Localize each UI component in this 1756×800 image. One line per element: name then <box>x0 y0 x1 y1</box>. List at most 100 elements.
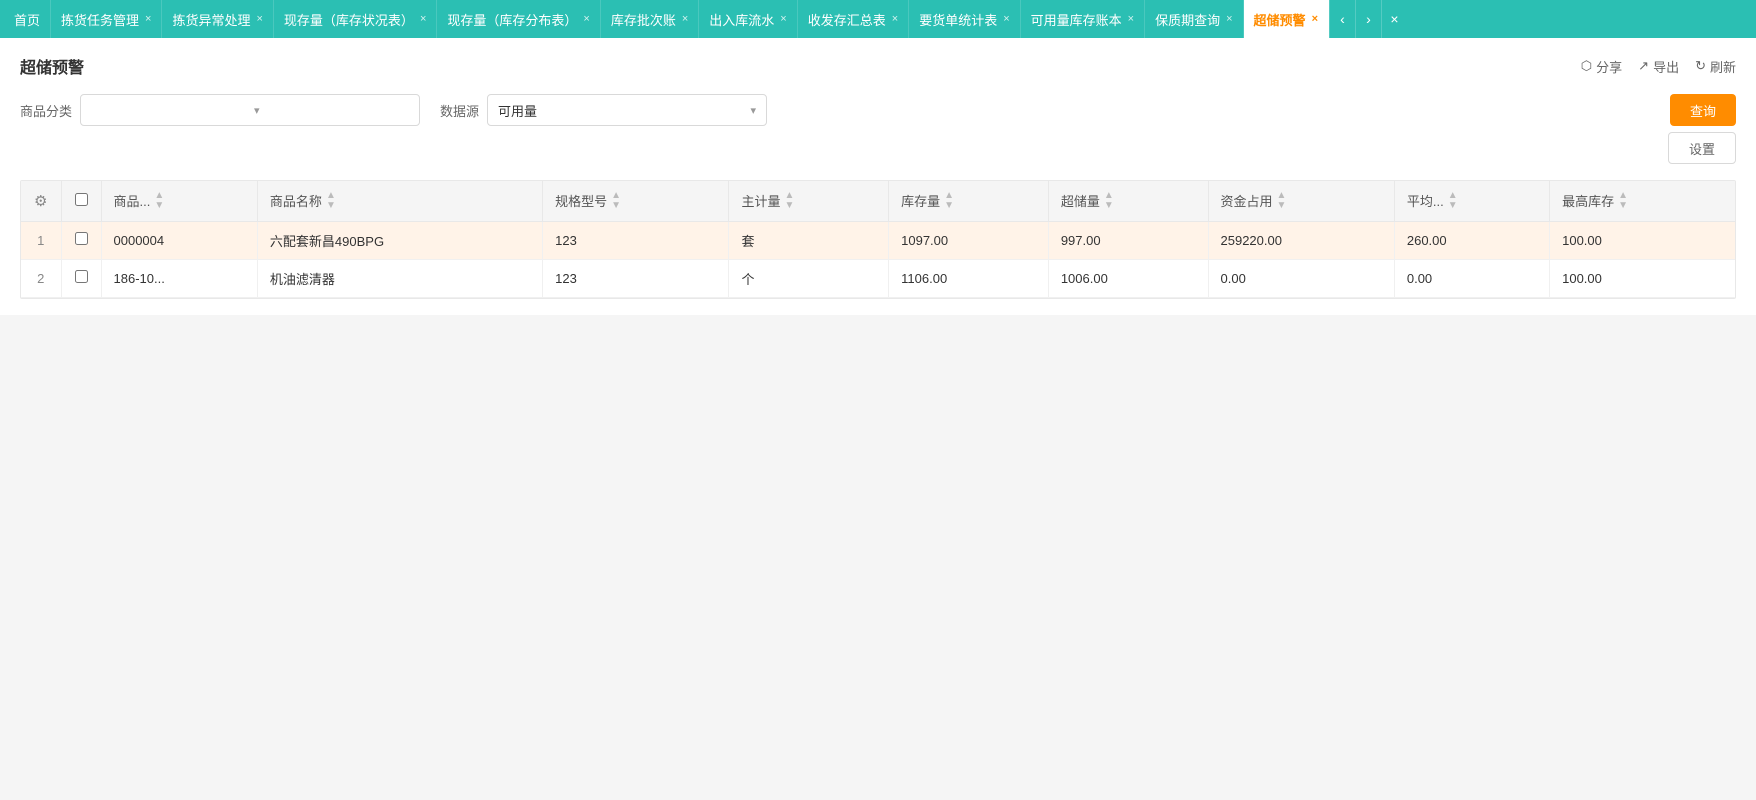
th-stock-qty: 库存量 ▲▼ <box>889 181 1049 221</box>
nav-collect-close[interactable]: × <box>892 13 898 25</box>
datasource-arrow-icon: ▾ <box>751 104 757 117</box>
row-num-1: 2 <box>21 259 61 297</box>
nav-quality[interactable]: 保质期查询 × <box>1145 0 1243 38</box>
sort-avg-icon[interactable]: ▲▼ <box>1448 191 1458 211</box>
row-max-stock-0: 100.00 <box>1550 221 1735 259</box>
table-header-row: ⚙ 商品... ▲▼ 商品名称 ▲▼ <box>21 181 1735 221</box>
export-label: 导出 <box>1653 57 1679 76</box>
nav-home[interactable]: 首页 <box>4 0 51 38</box>
row-spec-1: 123 <box>543 259 729 297</box>
nav-quality-close[interactable]: × <box>1226 13 1232 25</box>
share-label: 分享 <box>1596 57 1622 76</box>
nav-overstock-close[interactable]: × <box>1312 13 1318 25</box>
row-checkbox-0 <box>61 221 101 259</box>
datasource-select[interactable]: 可用量 ▾ <box>487 94 767 126</box>
nav-available[interactable]: 可用量库存账本 × <box>1021 0 1145 38</box>
sort-spec-icon[interactable]: ▲▼ <box>611 191 621 211</box>
nav-task-mgmt[interactable]: 拣货任务管理 × <box>51 0 162 38</box>
table-row: 2 186-10... 机油滤清器 123 个 1106.00 1006.00 … <box>21 259 1735 297</box>
row-avg-1: 0.00 <box>1394 259 1549 297</box>
th-product-name: 商品名称 ▲▼ <box>257 181 542 221</box>
nav-batch-label: 库存批次账 <box>611 10 676 29</box>
th-capital-usage-label: 资金占用 <box>1221 191 1273 210</box>
settings-button[interactable]: 设置 <box>1668 132 1736 164</box>
nav-batch-close[interactable]: × <box>682 13 688 25</box>
sort-product-name-icon[interactable]: ▲▼ <box>326 191 336 211</box>
nav-stock-dist[interactable]: 现存量（库存分布表） × <box>437 0 600 38</box>
row-max-stock-1: 100.00 <box>1550 259 1735 297</box>
query-button[interactable]: 查询 <box>1670 94 1736 126</box>
row-overstock-qty-0: 997.00 <box>1048 221 1208 259</box>
nav-arrow-left[interactable]: ‹ <box>1329 0 1355 38</box>
row-capital-usage-1: 0.00 <box>1208 259 1394 297</box>
nav-arrow-close[interactable]: × <box>1381 0 1407 38</box>
category-label: 商品分类 <box>20 101 72 120</box>
row-product-code-0: 0000004 <box>101 221 257 259</box>
nav-available-label: 可用量库存账本 <box>1031 10 1122 29</box>
main-content: 超储预警 ⬡ 分享 ↗ 导出 ↻ 刷新 商品分类 <box>0 38 1756 315</box>
category-arrow-icon: ▾ <box>254 104 409 117</box>
refresh-button[interactable]: ↻ 刷新 <box>1695 57 1736 76</box>
sort-max-stock-icon[interactable]: ▲▼ <box>1618 191 1628 211</box>
row-check-0[interactable] <box>75 232 88 245</box>
share-icon: ⬡ <box>1581 58 1592 74</box>
export-button[interactable]: ↗ 导出 <box>1638 57 1679 76</box>
nav-stock-status-close[interactable]: × <box>420 13 426 25</box>
category-select[interactable]: ▾ <box>80 94 420 126</box>
row-product-name-0: 六配套新昌490BPG <box>257 221 542 259</box>
sort-capital-usage-icon[interactable]: ▲▼ <box>1277 191 1287 211</box>
row-num-0: 1 <box>21 221 61 259</box>
nav-arrow-right[interactable]: › <box>1355 0 1381 38</box>
th-product-name-label: 商品名称 <box>270 191 322 210</box>
row-spec-0: 123 <box>543 221 729 259</box>
th-capital-usage: 资金占用 ▲▼ <box>1208 181 1394 221</box>
row-overstock-qty-1: 1006.00 <box>1048 259 1208 297</box>
row-product-code-1: 186-10... <box>101 259 257 297</box>
nav-stock-dist-close[interactable]: × <box>583 13 589 25</box>
nav-inout-flow-label: 出入库流水 <box>709 10 774 29</box>
settings-gear-icon[interactable]: ⚙ <box>34 193 47 210</box>
th-overstock-qty-label: 超储量 <box>1061 191 1100 210</box>
nav-overstock[interactable]: 超储预警 × <box>1244 0 1329 38</box>
th-overstock-qty: 超储量 ▲▼ <box>1048 181 1208 221</box>
sort-unit-icon[interactable]: ▲▼ <box>784 191 794 211</box>
nav-batch[interactable]: 库存批次账 × <box>601 0 699 38</box>
sort-product-code-icon[interactable]: ▲▼ <box>154 191 164 211</box>
export-icon: ↗ <box>1638 58 1649 74</box>
nav-collect-label: 收发存汇总表 <box>808 10 886 29</box>
nav-inout-flow[interactable]: 出入库流水 × <box>699 0 797 38</box>
sort-stock-qty-icon[interactable]: ▲▼ <box>944 191 954 211</box>
select-all-checkbox[interactable] <box>75 193 88 206</box>
refresh-icon: ↻ <box>1695 58 1706 74</box>
row-check-1[interactable] <box>75 270 88 283</box>
nav-order-stat[interactable]: 要货单统计表 × <box>909 0 1020 38</box>
row-unit-0: 套 <box>729 221 889 259</box>
th-avg: 平均... ▲▼ <box>1394 181 1549 221</box>
th-unit: 主计量 ▲▼ <box>729 181 889 221</box>
nav-available-close[interactable]: × <box>1128 13 1134 25</box>
nav-order-stat-close[interactable]: × <box>1003 13 1009 25</box>
nav-order-stat-label: 要货单统计表 <box>919 10 997 29</box>
row-checkbox-1 <box>61 259 101 297</box>
nav-collect[interactable]: 收发存汇总表 × <box>798 0 909 38</box>
header-actions: ⬡ 分享 ↗ 导出 ↻ 刷新 <box>1581 57 1736 76</box>
th-unit-label: 主计量 <box>741 191 780 210</box>
th-checkbox <box>61 181 101 221</box>
top-nav: 首页 拣货任务管理 × 拣货异常处理 × 现存量（库存状况表） × 现存量（库存… <box>0 0 1756 38</box>
share-button[interactable]: ⬡ 分享 <box>1581 57 1622 76</box>
data-table: ⚙ 商品... ▲▼ 商品名称 ▲▼ <box>20 180 1736 299</box>
nav-stock-status-label: 现存量（库存状况表） <box>284 10 414 29</box>
nav-abnormal-close[interactable]: × <box>256 13 262 25</box>
nav-inout-flow-close[interactable]: × <box>780 13 786 25</box>
nav-task-mgmt-label: 拣货任务管理 <box>61 10 139 29</box>
th-stock-qty-label: 库存量 <box>901 191 940 210</box>
th-avg-label: 平均... <box>1407 191 1444 210</box>
nav-task-mgmt-close[interactable]: × <box>145 13 151 25</box>
nav-stock-status[interactable]: 现存量（库存状况表） × <box>274 0 437 38</box>
filter-category: 商品分类 ▾ <box>20 94 420 126</box>
nav-home-label: 首页 <box>14 10 40 29</box>
nav-abnormal[interactable]: 拣货异常处理 × <box>162 0 273 38</box>
page-header: 超储预警 ⬡ 分享 ↗ 导出 ↻ 刷新 <box>20 54 1736 78</box>
table-body: 1 0000004 六配套新昌490BPG 123 套 1097.00 997.… <box>21 221 1735 297</box>
sort-overstock-qty-icon[interactable]: ▲▼ <box>1104 191 1114 211</box>
